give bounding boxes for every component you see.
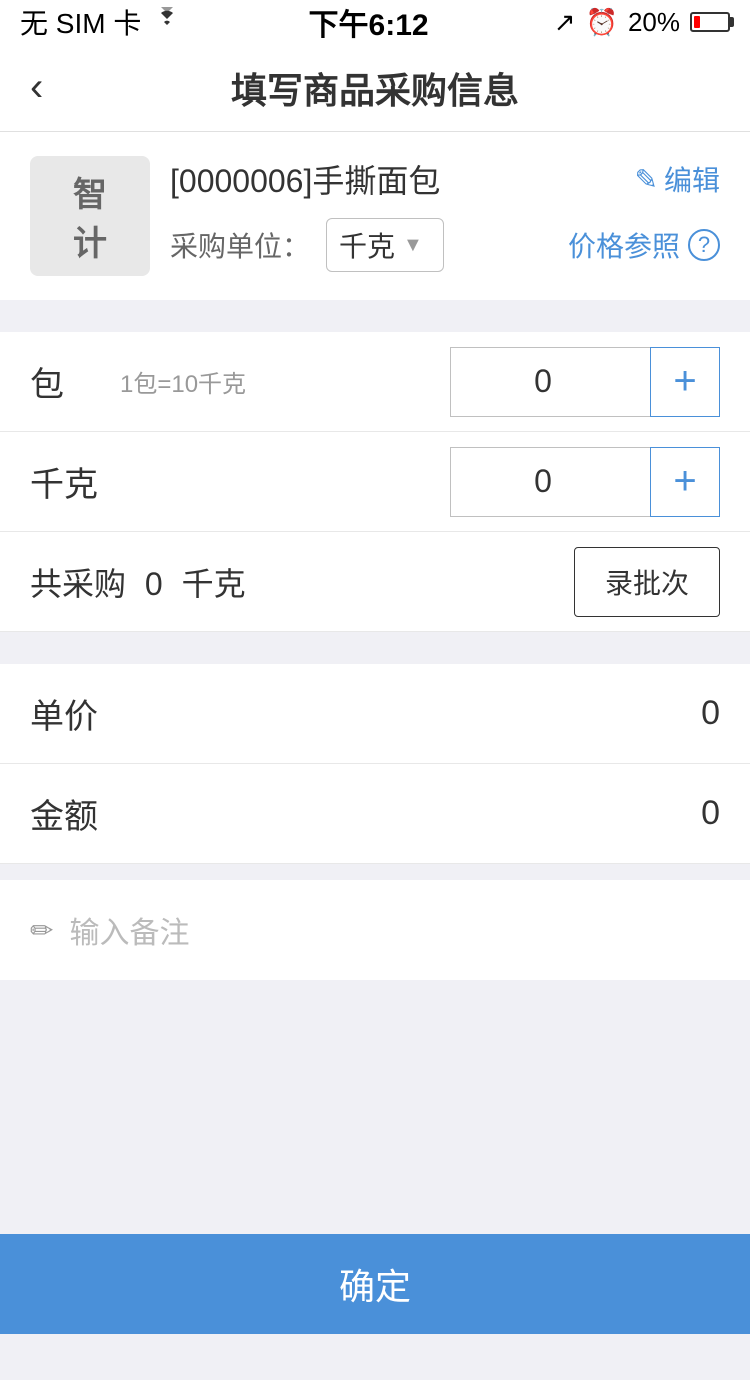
bag-sublabel: 1包=10千克 xyxy=(120,364,450,399)
remarks-placeholder: 输入备注 xyxy=(69,908,189,952)
price-reference-button[interactable]: 价格参照 ? xyxy=(568,225,720,265)
product-name: [0000006]手撕面包 xyxy=(170,156,440,202)
divider-2 xyxy=(0,648,750,664)
edit-icon: ✎ xyxy=(635,163,658,196)
alarm-icon: ⏰ xyxy=(586,7,618,38)
back-button[interactable]: ‹ xyxy=(20,55,53,120)
bag-input-row: 包 1包=10千克 + xyxy=(0,332,750,432)
bag-controls: + xyxy=(450,347,720,417)
battery-percent: 20% xyxy=(628,7,680,38)
total-row: 共采购 0 千克 录批次 xyxy=(0,532,750,632)
amount-value: 0 xyxy=(701,794,720,833)
product-top-row: [0000006]手撕面包 ✎ 编辑 xyxy=(170,156,720,202)
unit-price-label: 单价 xyxy=(30,689,98,738)
kg-label: 千克 xyxy=(30,457,110,506)
wifi-icon xyxy=(151,6,183,38)
pencil-icon: ✏ xyxy=(30,914,53,947)
kg-input-row: 千克 + xyxy=(0,432,750,532)
price-ref-label: 价格参照 xyxy=(568,225,680,265)
status-bar: 无 SIM 卡 下午6:12 ↗ ⏰ 20% xyxy=(0,0,750,44)
carrier-label: 无 SIM 卡 xyxy=(20,2,141,42)
location-icon: ↗ xyxy=(554,7,576,38)
bag-plus-button[interactable]: + xyxy=(650,347,720,417)
time-label: 下午6:12 xyxy=(309,0,429,44)
kg-quantity-input[interactable] xyxy=(450,447,650,517)
unit-value: 千克 xyxy=(339,225,395,265)
total-label: 共采购 0 千克 xyxy=(30,559,246,605)
edit-button[interactable]: ✎ 编辑 xyxy=(635,159,720,199)
page-title: 填写商品采购信息 xyxy=(231,62,519,114)
unit-price-value: 0 xyxy=(701,694,720,733)
bag-label: 包 xyxy=(30,357,110,406)
unit-select[interactable]: 千克 ▼ xyxy=(326,218,444,272)
product-logo: 智 计 xyxy=(73,167,107,265)
info-icon: ? xyxy=(688,229,720,261)
total-section: 共采购 0 千克 录批次 xyxy=(0,532,750,632)
nav-bar: ‹ 填写商品采购信息 xyxy=(0,44,750,132)
unit-label: 采购单位： xyxy=(170,225,310,265)
chevron-down-icon: ▼ xyxy=(403,234,423,257)
bag-quantity-input[interactable] xyxy=(450,347,650,417)
kg-controls: + xyxy=(450,447,720,517)
record-batch-button[interactable]: 录批次 xyxy=(574,547,720,617)
kg-plus-button[interactable]: + xyxy=(650,447,720,517)
product-info: [0000006]手撕面包 ✎ 编辑 采购单位： 千克 ▼ 价格参照 ? xyxy=(170,156,720,272)
price-section: 单价 0 金额 0 xyxy=(0,664,750,864)
divider-1 xyxy=(0,316,750,332)
input-section: 包 1包=10千克 + 千克 + xyxy=(0,332,750,532)
amount-label: 金额 xyxy=(30,789,98,838)
battery-icon xyxy=(690,12,730,32)
unit-price-row: 单价 0 xyxy=(0,664,750,764)
amount-row: 金额 0 xyxy=(0,764,750,864)
product-image: 智 计 xyxy=(30,156,150,276)
status-right: ↗ ⏰ 20% xyxy=(554,7,730,38)
confirm-button[interactable]: 确定 xyxy=(0,1234,750,1334)
purchase-unit-row: 采购单位： 千克 ▼ 价格参照 ? xyxy=(170,218,720,272)
remarks-section[interactable]: ✏ 输入备注 xyxy=(0,880,750,980)
product-card: 智 计 [0000006]手撕面包 ✎ 编辑 采购单位： 千克 ▼ 价格参照 xyxy=(0,132,750,300)
status-left: 无 SIM 卡 xyxy=(20,2,183,42)
